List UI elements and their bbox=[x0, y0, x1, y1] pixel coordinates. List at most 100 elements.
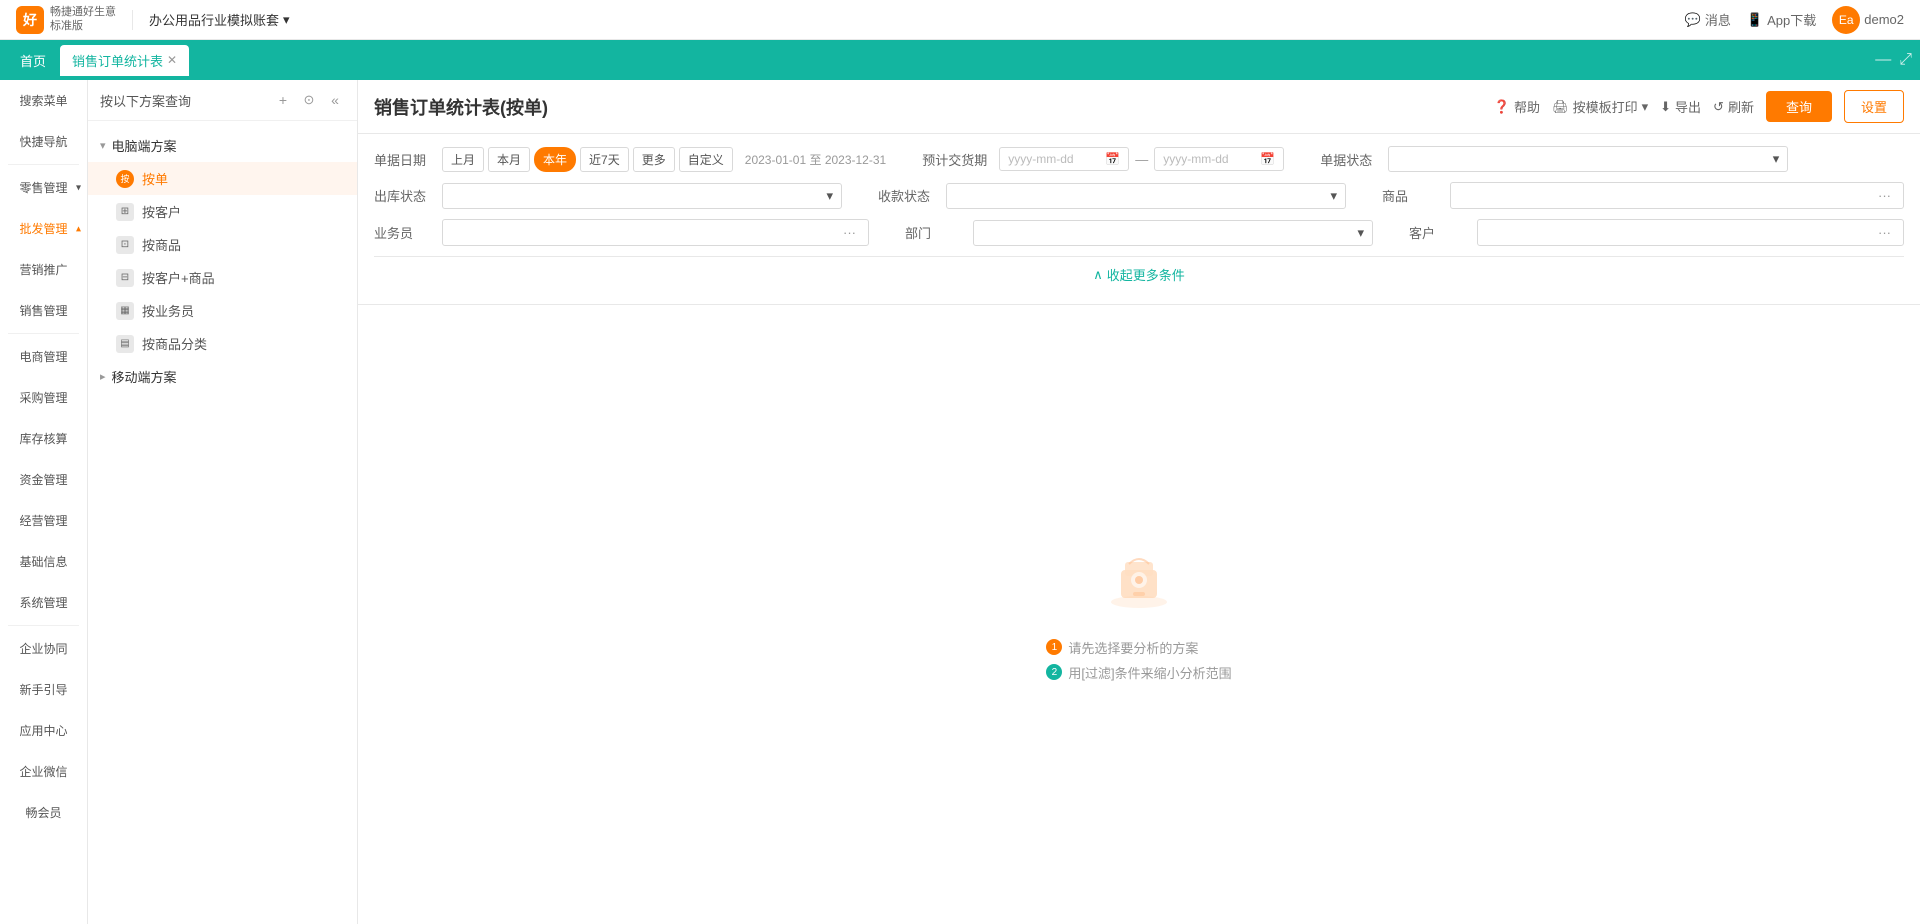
avatar: Ea bbox=[1832, 6, 1860, 34]
sidebar-item-inventory[interactable]: 库存核算 bbox=[0, 418, 87, 459]
sidebar-item-newbie[interactable]: 新手引导 bbox=[0, 669, 87, 710]
salesman-dots[interactable]: ··· bbox=[839, 225, 860, 240]
date-btn-more[interactable]: 更多 bbox=[633, 147, 675, 172]
product-input[interactable]: ··· bbox=[1450, 182, 1904, 209]
tree-child-by-product[interactable]: ⊡ 按商品 bbox=[88, 228, 357, 261]
refresh-button[interactable]: ↺ 刷新 bbox=[1713, 97, 1754, 116]
add-scheme-button[interactable]: + bbox=[273, 90, 293, 110]
tree-child-by-category[interactable]: ▤ 按商品分类 bbox=[88, 327, 357, 360]
header-actions: ❓ 帮助 🖨 按模板打印 ▾ ⬇ 导出 ↺ 刷新 bbox=[1494, 90, 1904, 133]
tree-child-by-customer-product[interactable]: ⊟ 按客户+商品 bbox=[88, 261, 357, 294]
bill-status-label: 单据状态 bbox=[1320, 150, 1376, 169]
sidebar-item-marketing[interactable]: 营销推广 bbox=[0, 249, 87, 290]
department-label: 部门 bbox=[905, 223, 961, 242]
product-dots[interactable]: ··· bbox=[1874, 188, 1895, 203]
filter-row-1: 单据日期 上月 本月 本年 近7天 更多 自定义 2023-01-01 至 20… bbox=[374, 146, 1904, 172]
tree-parent-desktop[interactable]: ▾ 电脑端方案 bbox=[88, 129, 357, 162]
date-btn-group: 上月 本月 本年 近7天 更多 自定义 bbox=[442, 147, 733, 172]
sidebar-item-wholesale[interactable]: 批发管理 ▴ bbox=[0, 208, 87, 249]
sidebar-item-vip[interactable]: 畅会员 bbox=[0, 792, 87, 833]
chevron-right-icon: ▸ bbox=[100, 370, 106, 383]
tree-child-by-salesman[interactable]: ▦ 按业务员 bbox=[88, 294, 357, 327]
empty-illustration bbox=[1099, 542, 1179, 622]
date-btn-this-year[interactable]: 本年 bbox=[534, 147, 576, 172]
tab-bar-actions: — ⤢ bbox=[1875, 51, 1912, 69]
customer-dots[interactable]: ··· bbox=[1874, 225, 1895, 240]
expected-date-label: 预计交货期 bbox=[922, 150, 987, 169]
sidebar-divider-3 bbox=[8, 625, 79, 626]
tree-parent-mobile[interactable]: ▸ 移动端方案 bbox=[88, 360, 357, 393]
filter-row-3: 业务员 ··· 部门 ▾ 客户 ··· bbox=[374, 219, 1904, 246]
tab-bar: 首页 销售订单统计表 ✕ — ⤢ bbox=[0, 40, 1920, 80]
sidebar-divider-2 bbox=[8, 333, 79, 334]
payment-status-select[interactable]: ▾ bbox=[946, 183, 1346, 209]
message-button[interactable]: 💬 消息 bbox=[1685, 10, 1731, 29]
customer-input[interactable]: ··· bbox=[1477, 219, 1904, 246]
sidebar-item-search[interactable]: 搜索菜单 bbox=[0, 80, 87, 121]
sidebar-item-retail[interactable]: 零售管理 ▾ bbox=[0, 167, 87, 208]
template-print-button[interactable]: 🖨 按模板打印 ▾ bbox=[1552, 97, 1648, 116]
bill-status-select[interactable]: ▾ bbox=[1388, 146, 1788, 172]
message-icon: 💬 bbox=[1685, 12, 1701, 28]
help-icon: ❓ bbox=[1494, 99, 1510, 115]
date-btn-last-month[interactable]: 上月 bbox=[442, 147, 484, 172]
set-button[interactable]: 设置 bbox=[1844, 90, 1904, 123]
expected-date-input-group: yyyy-mm-dd 📅 — yyyy-mm-dd 📅 bbox=[999, 147, 1284, 171]
sidebar-item-sales-mgmt[interactable]: 销售管理 bbox=[0, 290, 87, 331]
by-customer-icon: ⊞ bbox=[116, 203, 134, 221]
left-panel-header: 按以下方案查询 + ⊙ « bbox=[88, 80, 357, 121]
shipment-status-select[interactable]: ▾ bbox=[442, 183, 842, 209]
sidebar-item-basic[interactable]: 基础信息 bbox=[0, 541, 87, 582]
chevron-up-icon: ▴ bbox=[76, 223, 81, 234]
date-btn-this-month[interactable]: 本月 bbox=[488, 147, 530, 172]
help-button[interactable]: ❓ 帮助 bbox=[1494, 97, 1540, 116]
salesman-input[interactable]: ··· bbox=[442, 219, 869, 246]
by-salesman-icon: ▦ bbox=[116, 302, 134, 320]
chevron-right-icon: ▾ bbox=[76, 182, 81, 193]
main-layout: 搜索菜单 快捷导航 零售管理 ▾ 批发管理 ▴ 营销推广 销售管理 电商管理 采… bbox=[0, 80, 1920, 924]
hint-num-2: 2 bbox=[1046, 664, 1062, 680]
sidebar-item-ecommerce[interactable]: 电商管理 bbox=[0, 336, 87, 377]
tab-minimize-icon[interactable]: — bbox=[1875, 51, 1891, 69]
chevron-down-icon: ▾ bbox=[1330, 188, 1337, 204]
expected-date-start[interactable]: yyyy-mm-dd 📅 bbox=[999, 147, 1129, 171]
tab-close-icon[interactable]: ✕ bbox=[167, 53, 177, 67]
sidebar-item-enterprise-wechat[interactable]: 企业微信 bbox=[0, 751, 87, 792]
tree-child-by-order[interactable]: 按 按单 bbox=[88, 162, 357, 195]
top-bar-left: 好 畅捷通好生意 标准版 办公用品行业模拟账套 ▾ bbox=[16, 6, 290, 34]
collapse-bar[interactable]: ∧ 收起更多条件 bbox=[374, 256, 1904, 292]
app-download-button[interactable]: 📱 App下载 bbox=[1747, 10, 1816, 29]
tree-child-by-customer[interactable]: ⊞ 按客户 bbox=[88, 195, 357, 228]
logo-text: 畅捷通好生意 标准版 bbox=[50, 6, 116, 32]
tab-expand-icon[interactable]: ⤢ bbox=[1899, 51, 1912, 69]
expected-date-end[interactable]: yyyy-mm-dd 📅 bbox=[1154, 147, 1284, 171]
sidebar-item-purchase[interactable]: 采购管理 bbox=[0, 377, 87, 418]
calendar-icon: 📅 bbox=[1105, 152, 1120, 166]
date-btn-last-7-days[interactable]: 近7天 bbox=[580, 147, 629, 172]
date-btn-custom[interactable]: 自定义 bbox=[679, 147, 733, 172]
by-product-icon: ⊡ bbox=[116, 236, 134, 254]
user-profile[interactable]: Ea demo2 bbox=[1832, 6, 1904, 34]
sidebar-divider-1 bbox=[8, 164, 79, 165]
export-button[interactable]: ⬇ 导出 bbox=[1660, 97, 1701, 116]
department-select[interactable]: ▾ bbox=[973, 220, 1373, 246]
collapse-panel-button[interactable]: « bbox=[325, 90, 345, 110]
tab-sales-stats[interactable]: 销售订单统计表 ✕ bbox=[60, 45, 189, 76]
logo-icon: 好 bbox=[16, 6, 44, 34]
content-area: 按以下方案查询 + ⊙ « ▾ 电脑端方案 bbox=[88, 80, 1920, 924]
edit-scheme-button[interactable]: ⊙ bbox=[299, 90, 319, 110]
by-customer-product-icon: ⊟ bbox=[116, 269, 134, 287]
sidebar-item-operations[interactable]: 经营管理 bbox=[0, 500, 87, 541]
chevron-down-icon: ▾ bbox=[1642, 99, 1649, 115]
sidebar-item-quick-nav[interactable]: 快捷导航 bbox=[0, 121, 87, 162]
sidebar-item-app-center[interactable]: 应用中心 bbox=[0, 710, 87, 751]
sidebar-item-finance[interactable]: 资金管理 bbox=[0, 459, 87, 500]
date-separator: — bbox=[1135, 152, 1148, 167]
sidebar-item-system[interactable]: 系统管理 bbox=[0, 582, 87, 623]
payment-status-label: 收款状态 bbox=[878, 186, 934, 205]
sidebar-item-enterprise[interactable]: 企业协同 bbox=[0, 628, 87, 669]
tab-home[interactable]: 首页 bbox=[8, 45, 58, 76]
query-button[interactable]: 查询 bbox=[1766, 91, 1832, 122]
workspace-dropdown[interactable]: 办公用品行业模拟账套 ▾ bbox=[149, 10, 290, 29]
chevron-down-icon: ▾ bbox=[1773, 151, 1780, 167]
